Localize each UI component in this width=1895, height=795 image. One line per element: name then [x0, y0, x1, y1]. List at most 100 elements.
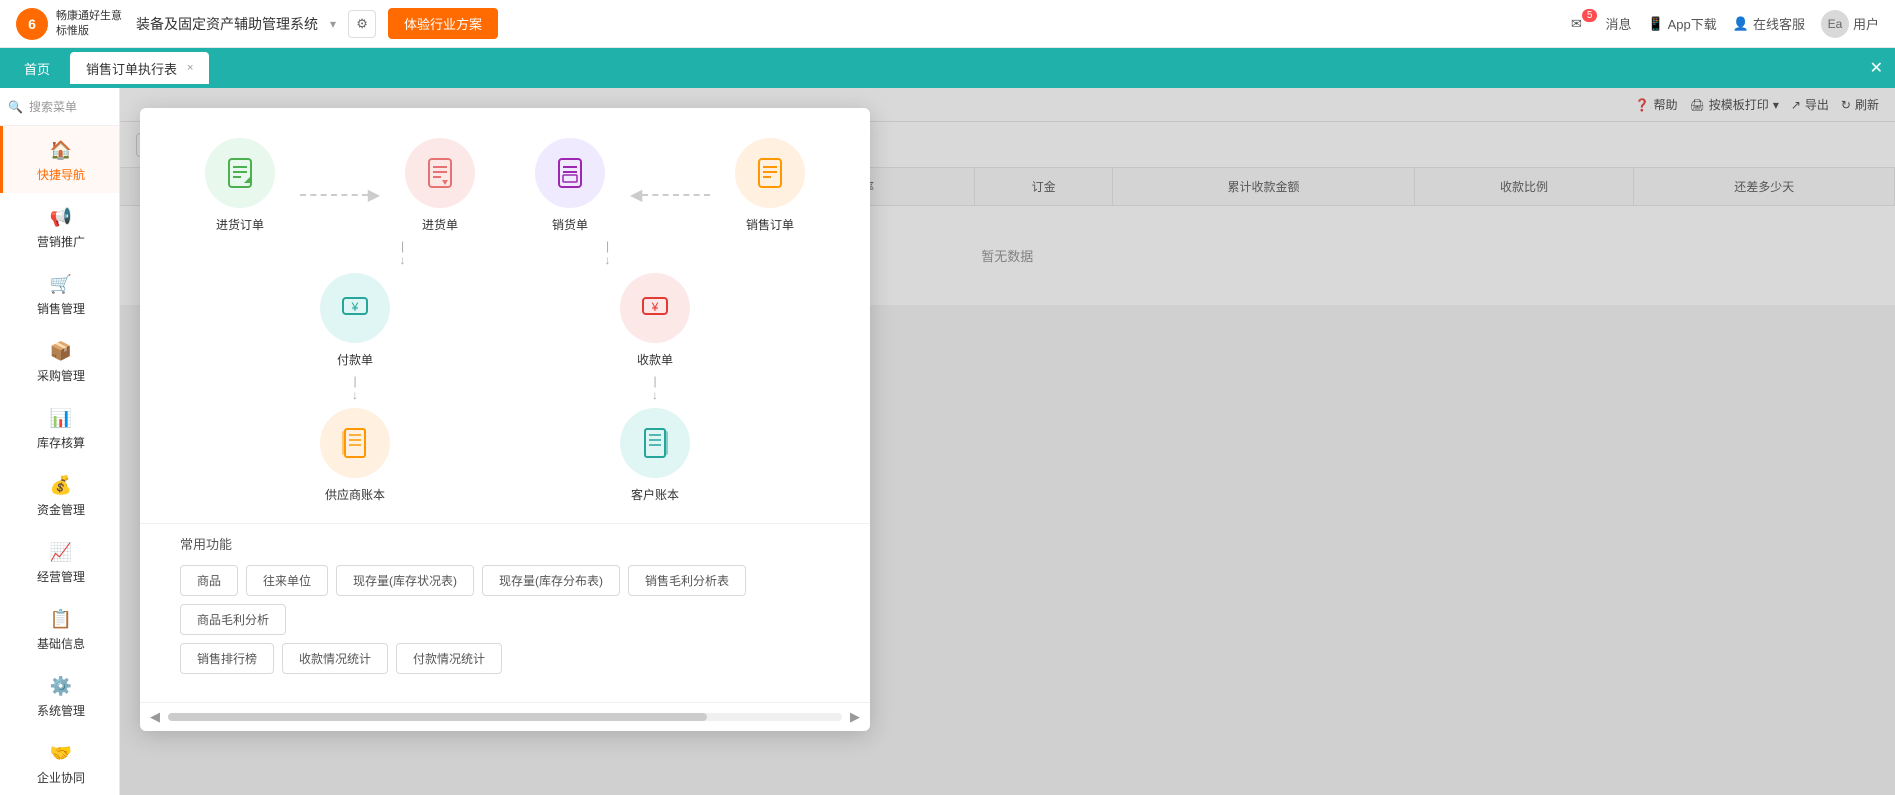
func-btn-receipt-stats[interactable]: 收款情况统计	[282, 643, 388, 674]
func-btn-goods[interactable]: 商品	[180, 565, 238, 596]
dropdown-arrow-icon[interactable]: ▾	[330, 17, 336, 31]
horizontal-scrollbar[interactable]: ◀ ▶	[140, 702, 870, 731]
service-icon: 👤	[1733, 16, 1749, 32]
func-btn-contacts[interactable]: 往来单位	[246, 565, 328, 596]
func-btn-stock-dist[interactable]: 现存量(库存分布表)	[482, 565, 620, 596]
svg-text:¥: ¥	[351, 300, 359, 314]
flow-node-sales-bill[interactable]: 销货单	[510, 138, 630, 233]
arrow-receipt-down: | ↓	[652, 374, 658, 402]
sidebar: 🔍 搜索菜单 🏠 快捷导航 📢 营销推广 🛒 销售管理 📦 采购管理 📊 库存核…	[0, 88, 120, 795]
func-btn-sales-gross[interactable]: 销售毛利分析表	[628, 565, 746, 596]
app-download-button[interactable]: 📱 App下载	[1647, 14, 1716, 33]
sales-order-label: 销售订单	[746, 216, 794, 233]
message-icon: ✉	[1571, 16, 1582, 32]
sales-order-icon	[735, 138, 805, 208]
finance-icon: 💰	[49, 473, 73, 497]
user-menu[interactable]: Ea 用户	[1821, 10, 1879, 38]
operations-icon: 📈	[49, 540, 73, 564]
sidebar-label-marketing: 营销推广	[37, 233, 85, 250]
arrow-sales-order-to-bill: ◀	[630, 185, 710, 233]
func-btn-sales-rank[interactable]: 销售排行榜	[180, 643, 274, 674]
logo-area: 6 畅康通好生意 标惟版	[16, 8, 136, 40]
sidebar-item-operations[interactable]: 📈 经营管理	[0, 528, 119, 595]
nav-tabs: 首页 销售订单执行表 × ✕	[0, 48, 1895, 88]
online-service-button[interactable]: 👤 在线客服	[1733, 14, 1805, 33]
main-layout: 🔍 搜索菜单 🏠 快捷导航 📢 营销推广 🛒 销售管理 📦 采购管理 📊 库存核…	[0, 88, 1895, 795]
system-title: 装备及固定资产辅助管理系统	[136, 14, 318, 34]
sidebar-item-sales[interactable]: 🛒 销售管理	[0, 260, 119, 327]
flow-node-purchase-bill[interactable]: 进货单	[380, 138, 500, 233]
func-buttons-row2: 销售排行榜 收款情况统计 付款情况统计	[180, 643, 830, 674]
tab-close-icon[interactable]: ×	[187, 62, 193, 74]
sidebar-label-cooperation: 企业协同	[37, 769, 85, 786]
arrow-payment-down: | ↓	[352, 374, 358, 402]
sidebar-item-marketing[interactable]: 📢 营销推广	[0, 193, 119, 260]
customer-ledger-label: 客户账本	[631, 486, 679, 503]
flow-node-purchase-order[interactable]: 进货订单	[180, 138, 300, 233]
sidebar-item-basic-info[interactable]: 📋 基础信息	[0, 595, 119, 662]
flow-node-payment[interactable]: ¥ 付款单	[295, 273, 415, 368]
receipt-label: 收款单	[637, 351, 673, 368]
tab-sales-order-execution[interactable]: 销售订单执行表 ×	[70, 52, 209, 84]
flow-modal: 进货订单 ▶	[140, 108, 870, 731]
tab-home[interactable]: 首页	[8, 52, 66, 84]
flow-section: 进货订单 ▶	[140, 108, 870, 523]
flow-node-sales-order[interactable]: 销售订单	[710, 138, 830, 233]
settings-button[interactable]: ⚙	[348, 10, 376, 38]
sidebar-label-system: 系统管理	[37, 702, 85, 719]
close-all-button[interactable]: ✕	[1870, 58, 1883, 78]
scroll-left-arrow[interactable]: ◀	[150, 709, 160, 725]
purchase-order-icon	[205, 138, 275, 208]
sidebar-label-quick-nav: 快捷导航	[37, 166, 85, 183]
flow-node-receipt[interactable]: ¥ 收款单	[595, 273, 715, 368]
flow-node-supplier-ledger[interactable]: 供应商账本	[295, 408, 415, 503]
arrow-purchase-bill-down: | ↓	[400, 239, 406, 267]
func-btn-stock-status[interactable]: 现存量(库存状况表)	[336, 565, 474, 596]
marketing-icon: 📢	[49, 205, 73, 229]
payment-label: 付款单	[337, 351, 373, 368]
header-center: 装备及固定资产辅助管理系统 ▾ ⚙ 体验行业方案	[136, 8, 1571, 39]
purchase-bill-icon	[405, 138, 475, 208]
arrow-sales-bill-down: | ↓	[605, 239, 611, 267]
sidebar-label-inventory: 库存核算	[37, 434, 85, 451]
sidebar-label-purchase: 采购管理	[37, 367, 85, 384]
inventory-icon: 📊	[49, 406, 73, 430]
search-menu-label: 搜索菜单	[29, 98, 77, 115]
sales-bill-label: 销货单	[552, 216, 588, 233]
quick-nav-icon: 🏠	[49, 138, 73, 162]
basic-info-icon: 📋	[49, 607, 73, 631]
experience-button[interactable]: 体验行业方案	[388, 8, 498, 39]
customer-ledger-icon	[620, 408, 690, 478]
sidebar-item-finance[interactable]: 💰 资金管理	[0, 461, 119, 528]
purchase-order-label: 进货订单	[216, 216, 264, 233]
sales-bill-icon	[535, 138, 605, 208]
system-icon: ⚙️	[49, 674, 73, 698]
scroll-track[interactable]	[168, 713, 842, 721]
logo-text: 畅康通好生意 标惟版	[56, 9, 122, 38]
modal-overlay[interactable]: 进货订单 ▶	[120, 88, 1895, 795]
sidebar-label-sales: 销售管理	[37, 300, 85, 317]
func-btn-payment-stats[interactable]: 付款情况统计	[396, 643, 502, 674]
sidebar-item-cooperation[interactable]: 🤝 企业协同	[0, 729, 119, 795]
top-header: 6 畅康通好生意 标惟版 装备及固定资产辅助管理系统 ▾ ⚙ 体验行业方案 ✉ …	[0, 0, 1895, 48]
scroll-right-arrow[interactable]: ▶	[850, 709, 860, 725]
sidebar-item-quick-nav[interactable]: 🏠 快捷导航	[0, 126, 119, 193]
func-btn-goods-gross[interactable]: 商品毛利分析	[180, 604, 286, 635]
common-functions-title: 常用功能	[180, 534, 830, 553]
message-button[interactable]: ✉ 5 消息	[1571, 14, 1631, 33]
header-right: ✉ 5 消息 📱 App下载 👤 在线客服 Ea 用户	[1571, 10, 1879, 38]
sidebar-item-system[interactable]: ⚙️ 系统管理	[0, 662, 119, 729]
sidebar-item-purchase[interactable]: 📦 采购管理	[0, 327, 119, 394]
download-icon: 📱	[1647, 16, 1663, 32]
content-area: ❓ 帮助 🖨 按模板打印 ▾ ↗ 导出 ↻ 刷新 yyyy-mm-dd 📅	[120, 88, 1895, 795]
payment-icon: ¥	[320, 273, 390, 343]
supplier-ledger-icon	[320, 408, 390, 478]
search-icon: 🔍	[8, 100, 23, 114]
sidebar-item-inventory[interactable]: 📊 库存核算	[0, 394, 119, 461]
supplier-ledger-label: 供应商账本	[325, 486, 385, 503]
arrow-purchase-order-to-bill: ▶	[300, 185, 380, 233]
flow-node-customer-ledger[interactable]: 客户账本	[595, 408, 715, 503]
sidebar-search-area[interactable]: 🔍 搜索菜单	[0, 88, 119, 126]
func-buttons-row1: 商品 往来单位 现存量(库存状况表) 现存量(库存分布表) 销售毛利分析表 商品…	[180, 565, 830, 635]
common-functions-section: 常用功能 商品 往来单位 现存量(库存状况表) 现存量(库存分布表) 销售毛利分…	[140, 523, 870, 702]
